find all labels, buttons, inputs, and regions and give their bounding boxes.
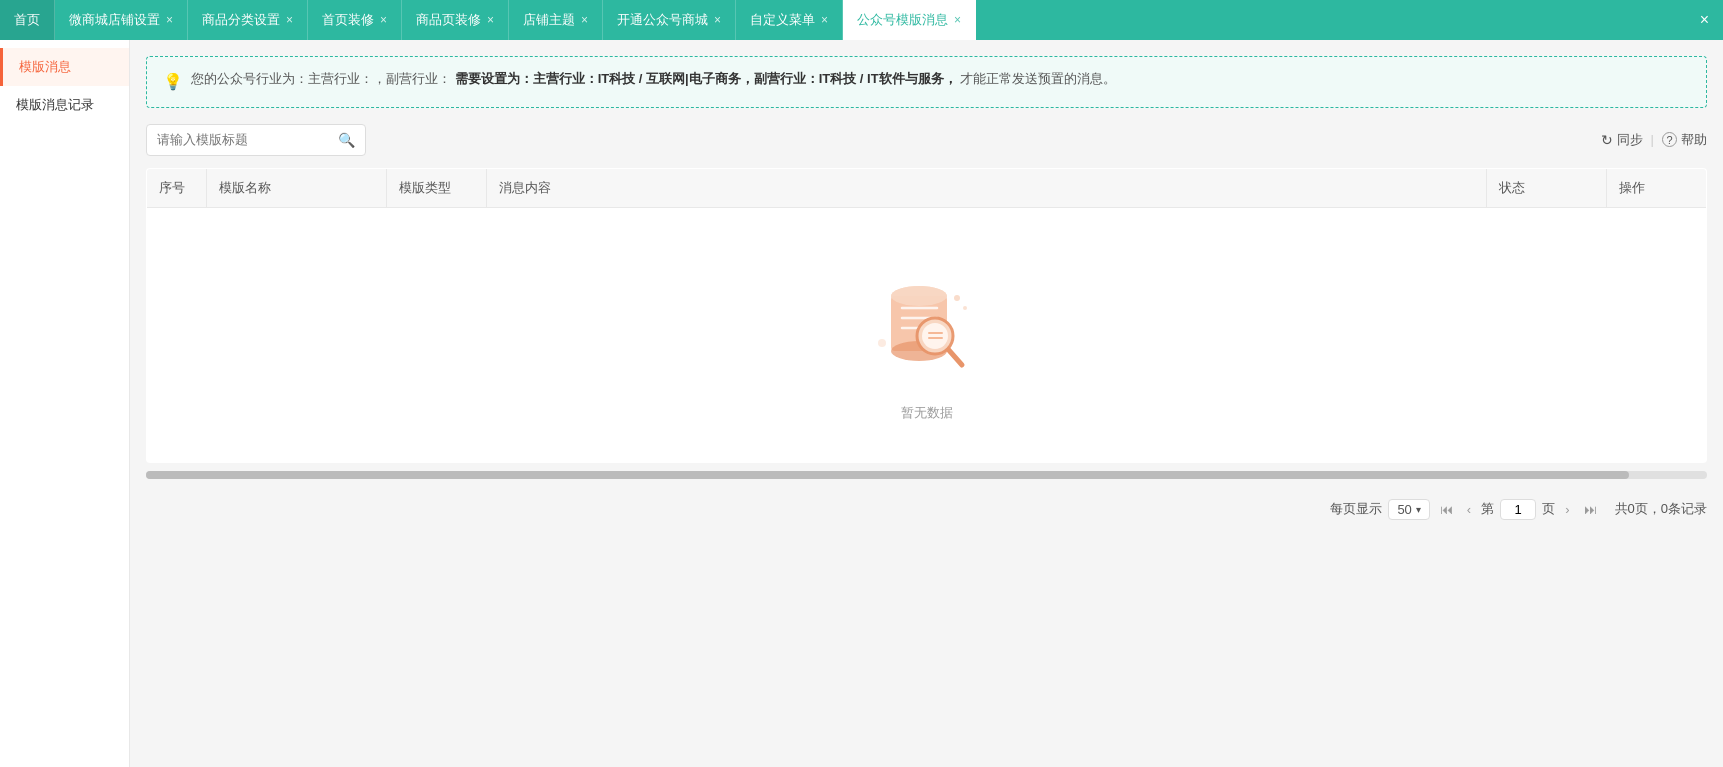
tab-bar: 首页 微商城店铺设置 × 商品分类设置 × 首页装修 × 商品页装修 × 店铺主… [0, 0, 1723, 40]
help-label: 帮助 [1681, 131, 1707, 149]
page-first-btn[interactable]: ⏮ [1436, 500, 1457, 519]
sync-button[interactable]: ↻ 同步 [1601, 131, 1643, 149]
banner-suffix: 才能正常发送预置的消息。 [960, 71, 1116, 86]
close-tab-product-category[interactable]: × [286, 13, 293, 27]
toolbar-divider: | [1651, 132, 1654, 147]
close-tab-shop-theme[interactable]: × [581, 13, 588, 27]
bulb-icon: 💡 [163, 69, 183, 95]
sidebar: 模版消息 模版消息记录 [0, 40, 130, 767]
tab-shop-theme[interactable]: 店铺主题 × [509, 0, 603, 40]
tab-custom-menu[interactable]: 自定义菜单 × [736, 0, 843, 40]
search-bar: 🔍 ↻ 同步 | ? 帮助 [146, 124, 1707, 156]
search-icon[interactable]: 🔍 [338, 132, 355, 148]
help-button[interactable]: ? 帮助 [1662, 131, 1707, 149]
table-container: 序号 模版名称 模版类型 消息内容 状态 操作 [146, 168, 1707, 463]
page-last-btn[interactable]: ⏭ [1580, 500, 1601, 519]
close-tab-product-decor[interactable]: × [487, 13, 494, 27]
banner-highlight: 需要设置为：主营行业：IT科技 / 互联网|电子商务，副营行业：IT科技 / I… [455, 71, 957, 86]
toolbar-right: ↻ 同步 | ? 帮助 [1601, 131, 1707, 149]
page-size-label: 每页显示 [1330, 500, 1382, 518]
total-info: 共0页，0条记录 [1615, 500, 1707, 518]
close-tab-wshop-settings[interactable]: × [166, 13, 173, 27]
page-next-btn[interactable]: › [1561, 500, 1573, 519]
col-action: 操作 [1607, 168, 1707, 207]
empty-text: 暂无数据 [147, 404, 1706, 422]
tab-home-decor[interactable]: 首页装修 × [308, 0, 402, 40]
help-icon: ? [1662, 132, 1677, 147]
table-header-row: 序号 模版名称 模版类型 消息内容 状态 操作 [147, 168, 1707, 207]
scroll-thumb[interactable] [146, 471, 1629, 479]
tab-template-msg[interactable]: 公众号模版消息 × [843, 0, 976, 40]
page-size-select[interactable]: 50 ▾ [1388, 499, 1429, 520]
search-input-wrap: 🔍 [146, 124, 366, 156]
col-name: 模版名称 [207, 168, 387, 207]
info-banner: 💡 您的公众号行业为：主营行业：，副营行业： 需要设置为：主营行业：IT科技 /… [146, 56, 1707, 108]
horizontal-scrollbar[interactable] [146, 471, 1707, 479]
content-area: 💡 您的公众号行业为：主营行业：，副营行业： 需要设置为：主营行业：IT科技 /… [130, 40, 1723, 767]
pagination: 每页显示 50 ▾ ⏮ ‹ 第 页 › ⏭ 共0页，0条记录 [146, 487, 1707, 520]
tab-product-decor[interactable]: 商品页装修 × [402, 0, 509, 40]
close-tab-custom-menu[interactable]: × [821, 13, 828, 27]
chevron-down-icon: ▾ [1416, 504, 1421, 515]
page-input[interactable] [1500, 499, 1536, 520]
col-type: 模版类型 [387, 168, 487, 207]
tab-product-category[interactable]: 商品分类设置 × [188, 0, 308, 40]
svg-point-13 [963, 306, 967, 310]
close-tab-template-msg[interactable]: × [954, 13, 961, 27]
search-input[interactable] [157, 132, 338, 147]
close-tab-home-decor[interactable]: × [380, 13, 387, 27]
refresh-icon: ↻ [1601, 132, 1613, 148]
close-all-tabs[interactable]: × [1686, 0, 1723, 40]
tab-wshop-settings[interactable]: 微商城店铺设置 × [55, 0, 188, 40]
svg-point-9 [922, 323, 948, 349]
empty-illustration [867, 268, 987, 388]
page-prev-btn[interactable]: ‹ [1463, 500, 1475, 519]
close-tab-open-shop[interactable]: × [714, 13, 721, 27]
page-unit: 页 [1542, 500, 1555, 518]
banner-prefix: 您的公众号行业为：主营行业：，副营行业： [191, 71, 451, 86]
col-content: 消息内容 [487, 168, 1487, 207]
tab-home[interactable]: 首页 [0, 0, 55, 40]
col-status: 状态 [1487, 168, 1607, 207]
col-index: 序号 [147, 168, 207, 207]
svg-line-7 [947, 348, 962, 365]
main-layout: 模版消息 模版消息记录 💡 您的公众号行业为：主营行业：，副营行业： 需要设置为… [0, 40, 1723, 767]
sync-label: 同步 [1617, 131, 1643, 149]
sidebar-item-template-log[interactable]: 模版消息记录 [0, 86, 129, 124]
svg-point-12 [954, 295, 960, 301]
tab-open-shop[interactable]: 开通公众号商城 × [603, 0, 736, 40]
svg-point-3 [891, 286, 947, 306]
sidebar-item-template-msg[interactable]: 模版消息 [0, 48, 129, 86]
empty-state: 暂无数据 [147, 208, 1706, 462]
svg-point-14 [878, 339, 886, 347]
data-table: 序号 模版名称 模版类型 消息内容 状态 操作 [146, 168, 1707, 463]
page-size-value: 50 [1397, 502, 1411, 517]
page-label: 第 [1481, 500, 1494, 518]
